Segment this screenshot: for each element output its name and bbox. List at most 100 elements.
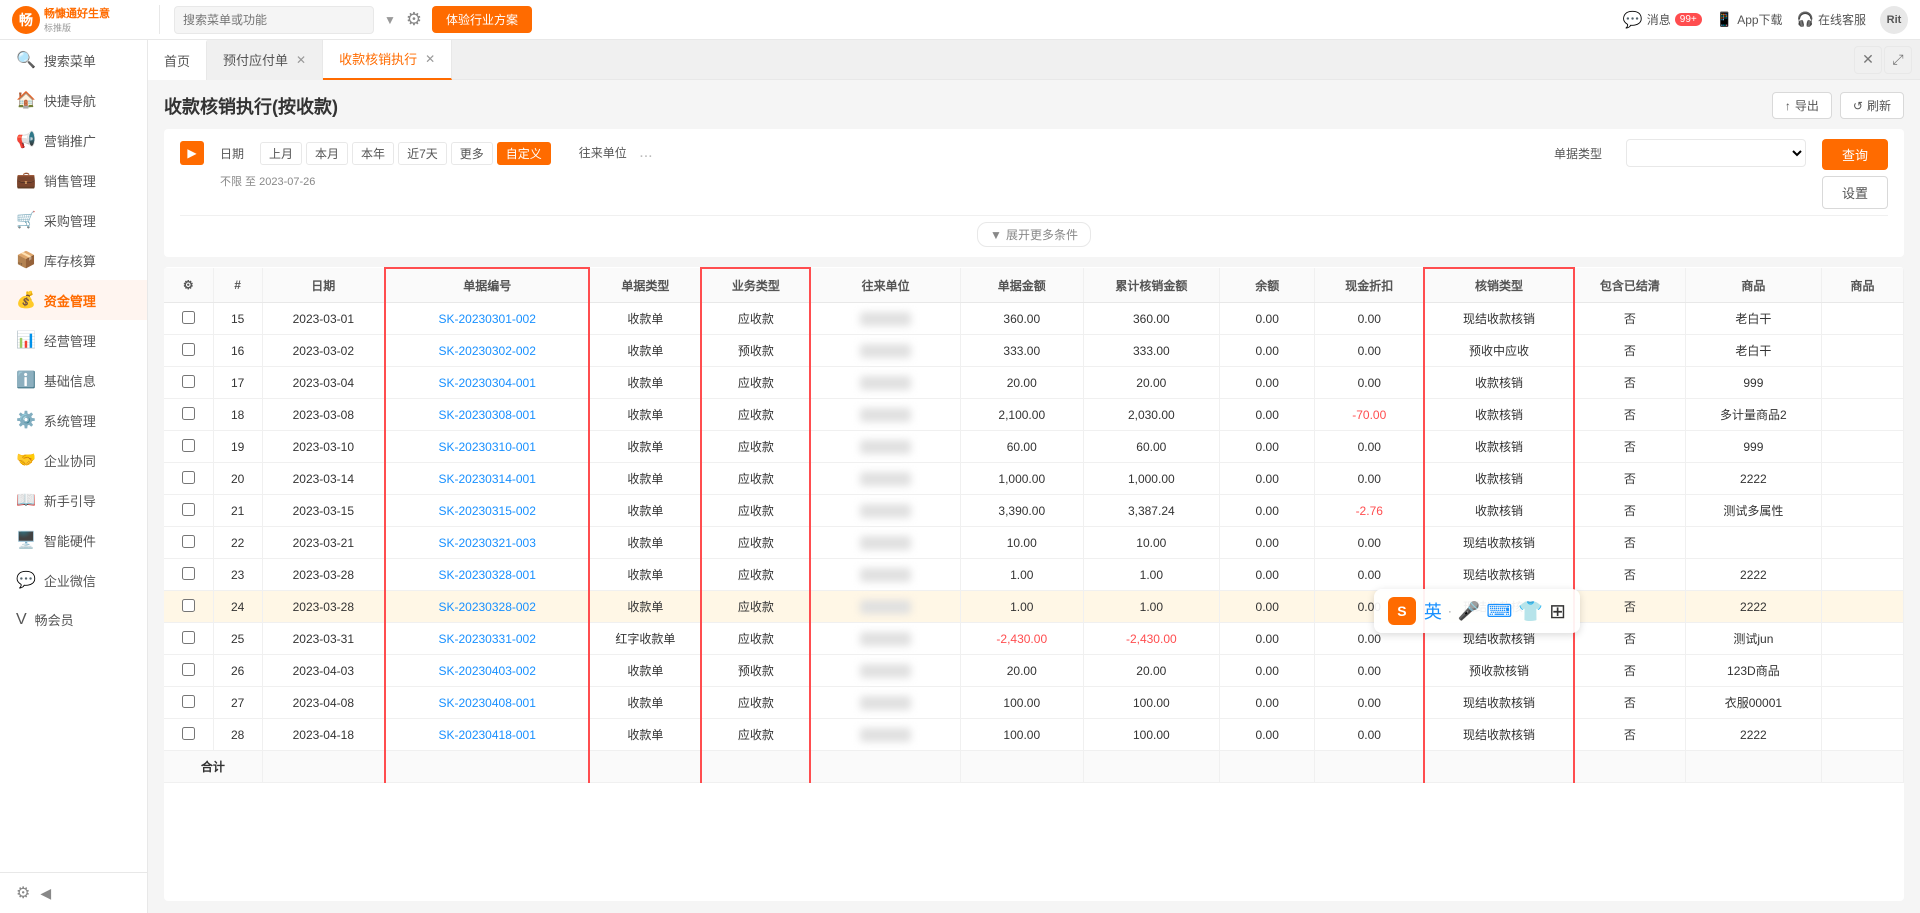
doc-no-link[interactable]: SK-20230408-001 <box>438 696 535 710</box>
cell-amount: 1,000.00 <box>960 463 1083 495</box>
cell-checkbox[interactable] <box>164 687 213 719</box>
total-doc-type <box>589 751 701 783</box>
cell-checkbox[interactable] <box>164 495 213 527</box>
table-container[interactable]: ⚙ # 日期 单据编号 单据类型 业务类型 往来单位 单据金额 累计核销金额 <box>164 267 1904 901</box>
receipt-type-select[interactable] <box>1626 139 1806 167</box>
sidebar-item-inventory[interactable]: 📦库存核算 <box>0 240 147 280</box>
cell-checkbox[interactable] <box>164 655 213 687</box>
refresh-btn[interactable]: ↺ 刷新 <box>1840 92 1904 119</box>
sidebar-item-hardware[interactable]: 🖥️智能硬件 <box>0 520 147 560</box>
cell-goods: 多计量商品2 <box>1685 399 1821 431</box>
wm-icon-5[interactable]: ⊞ <box>1549 599 1566 624</box>
doc-no-link[interactable]: SK-20230314-001 <box>438 472 535 486</box>
wm-icon-2[interactable]: 🎤 <box>1458 601 1480 622</box>
wm-icon-3[interactable]: ⌨ <box>1486 601 1512 622</box>
query-btn[interactable]: 查询 <box>1822 139 1888 170</box>
setting-btn[interactable]: 设置 <box>1822 176 1888 209</box>
user-avatar[interactable]: Rit <box>1880 6 1908 34</box>
sidebar-item-sales[interactable]: 💼销售管理 <box>0 160 147 200</box>
this-month-btn[interactable]: 本月 <box>306 142 348 165</box>
doc-no-link[interactable]: SK-20230403-002 <box>438 664 535 678</box>
online-service-btn[interactable]: 🎧 在线客服 <box>1797 11 1866 28</box>
tab-expand-btn[interactable]: ⤢ <box>1884 46 1912 74</box>
cell-checkbox[interactable] <box>164 463 213 495</box>
nav-dropdown-icon[interactable]: ▼ <box>384 13 396 27</box>
last7days-btn[interactable]: 近7天 <box>398 142 447 165</box>
doc-no-link[interactable]: SK-20230328-001 <box>438 568 535 582</box>
tab-close-all-btn[interactable]: ✕ <box>1854 46 1882 74</box>
doc-no-link[interactable]: SK-20230308-001 <box>438 408 535 422</box>
sidebar-icon-guide: 📖 <box>16 490 36 510</box>
sidebar-settings-icon[interactable]: ⚙ <box>16 883 30 903</box>
th-settings[interactable]: ⚙ <box>164 268 213 303</box>
gear-icon[interactable]: ⚙ <box>406 9 422 30</box>
wm-icon-1[interactable]: 英 <box>1424 598 1442 624</box>
expand-conditions-btn[interactable]: ▼ 展开更多条件 <box>977 222 1091 247</box>
sidebar-item-system[interactable]: ⚙️系统管理 <box>0 400 147 440</box>
sidebar-label-hardware: 智能硬件 <box>44 531 96 550</box>
filter-expand-arrow[interactable]: ▶ <box>180 141 204 165</box>
cell-checkbox[interactable] <box>164 559 213 591</box>
doc-no-link[interactable]: SK-20230315-002 <box>438 504 535 518</box>
cell-discount: 0.00 <box>1315 655 1424 687</box>
refresh-icon: ↺ <box>1853 99 1863 113</box>
column-settings-icon[interactable]: ⚙ <box>183 278 194 292</box>
doc-no-link[interactable]: SK-20230310-001 <box>438 440 535 454</box>
last-month-btn[interactable]: 上月 <box>260 142 302 165</box>
cell-amount: 10.00 <box>960 527 1083 559</box>
tab-home[interactable]: 首页 <box>148 40 207 80</box>
more-date-btn[interactable]: 更多 <box>451 142 493 165</box>
doc-no-link[interactable]: SK-20230418-001 <box>438 728 535 742</box>
tab-close-collection[interactable]: ✕ <box>425 52 435 66</box>
sidebar-item-basic[interactable]: ℹ️基础信息 <box>0 360 147 400</box>
app-download-btn[interactable]: 📱 App下载 <box>1716 11 1783 28</box>
cell-doc-type: 收款单 <box>589 463 701 495</box>
cell-checkbox[interactable] <box>164 431 213 463</box>
tab-close-prepay[interactable]: ✕ <box>296 53 306 67</box>
cell-doc-type: 收款单 <box>589 399 701 431</box>
filter-partner-area: 往来单位 ... <box>579 144 653 162</box>
custom-date-btn[interactable]: 自定义 <box>497 142 551 165</box>
nav-search-input[interactable] <box>174 6 374 34</box>
tab-actions: ✕ ⤢ <box>1854 46 1920 74</box>
cell-checkbox[interactable] <box>164 303 213 335</box>
sidebar-item-purchase[interactable]: 🛒采购管理 <box>0 200 147 240</box>
sidebar-item-nav[interactable]: 🏠快捷导航 <box>0 80 147 120</box>
this-year-btn[interactable]: 本年 <box>352 142 394 165</box>
doc-no-link[interactable]: SK-20230301-002 <box>438 312 535 326</box>
cell-checkbox[interactable] <box>164 591 213 623</box>
sidebar-item-corp[interactable]: 🤝企业协同 <box>0 440 147 480</box>
cell-checkbox[interactable] <box>164 719 213 751</box>
cell-checkbox[interactable] <box>164 335 213 367</box>
export-btn[interactable]: ↑ 导出 <box>1772 92 1832 119</box>
cell-checkbox[interactable] <box>164 527 213 559</box>
doc-no-link[interactable]: SK-20230331-002 <box>438 632 535 646</box>
wm-icon-4[interactable]: 👕 <box>1518 599 1543 624</box>
sidebar-item-member[interactable]: V畅会员 <box>0 600 147 639</box>
sidebar-item-wechat[interactable]: 💬企业微信 <box>0 560 147 600</box>
total-discount <box>1315 751 1424 783</box>
sidebar-item-search[interactable]: 🔍搜索菜单 <box>0 40 147 80</box>
sidebar-collapse-icon[interactable]: ◀ <box>40 885 51 902</box>
doc-no-link[interactable]: SK-20230302-002 <box>438 344 535 358</box>
message-btn[interactable]: 💬 消息 99+ <box>1623 10 1702 30</box>
cell-checkbox[interactable] <box>164 367 213 399</box>
cell-partner: ██████ <box>810 335 960 367</box>
sidebar-icon-marketing: 📢 <box>16 130 36 150</box>
cell-amount: 20.00 <box>960 367 1083 399</box>
cell-discount: -70.00 <box>1315 399 1424 431</box>
doc-no-link[interactable]: SK-20230304-001 <box>438 376 535 390</box>
cell-checkbox[interactable] <box>164 399 213 431</box>
app-container: 畅 畅慷通好生意 标推版 ▼ ⚙ 体验行业方案 💬 消息 99+ 📱 App下载 <box>0 0 1920 913</box>
industry-btn[interactable]: 体验行业方案 <box>432 6 532 33</box>
doc-no-link[interactable]: SK-20230328-002 <box>438 600 535 614</box>
sidebar-item-finance[interactable]: 💰资金管理 <box>0 280 147 320</box>
tab-prepay[interactable]: 预付应付单 ✕ <box>207 40 323 80</box>
doc-no-link[interactable]: SK-20230321-003 <box>438 536 535 550</box>
sidebar-item-guide[interactable]: 📖新手引导 <box>0 480 147 520</box>
cell-checkbox[interactable] <box>164 623 213 655</box>
tab-collection[interactable]: 收款核销执行 ✕ <box>323 40 452 80</box>
sidebar-item-operation[interactable]: 📊经营管理 <box>0 320 147 360</box>
cell-doc-no: SK-20230331-002 <box>385 623 590 655</box>
sidebar-item-marketing[interactable]: 📢营销推广 <box>0 120 147 160</box>
